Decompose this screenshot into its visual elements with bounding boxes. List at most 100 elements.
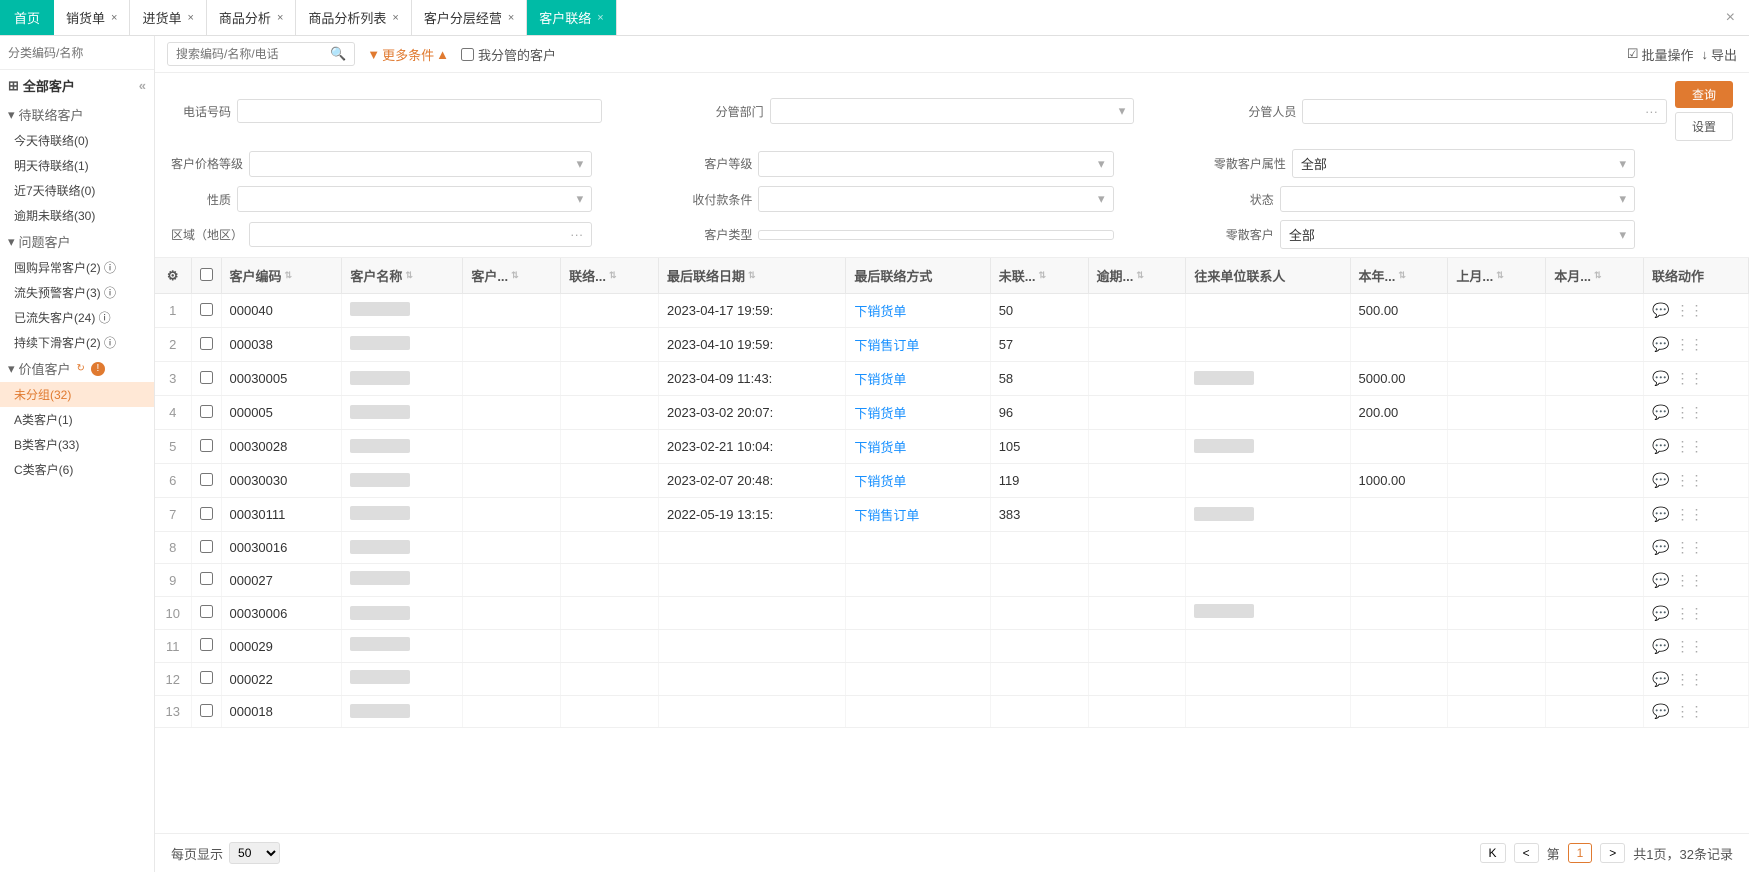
sidebar-item-lost[interactable]: 已流失客户(24) ⓘ [0, 305, 154, 330]
adv-dept-select[interactable]: ▾ [770, 98, 1135, 124]
row-method-link[interactable]: 下销货单 [854, 474, 906, 489]
adv-manager-select[interactable]: ··· [1302, 99, 1667, 124]
nav-home[interactable]: 首页 [0, 0, 54, 35]
nav-tab-purchase[interactable]: 进货单 × [130, 0, 206, 35]
row-checkbox-cell[interactable] [191, 328, 221, 362]
reset-button[interactable]: 设置 [1675, 112, 1733, 141]
row-checkbox[interactable] [200, 671, 213, 684]
adv-payment-select[interactable]: ▾ [758, 186, 1113, 212]
col-setting[interactable]: ⚙ [155, 258, 191, 294]
row-grid-icon[interactable]: ⋮⋮ [1675, 539, 1703, 556]
row-checkbox-cell[interactable] [191, 362, 221, 396]
row-checkbox[interactable] [200, 371, 213, 384]
sidebar-search-input[interactable] [8, 46, 155, 60]
nav-tab-customer-mgmt-close[interactable]: × [508, 12, 514, 24]
per-page-select[interactable]: 50 100 200 [229, 842, 280, 864]
row-checkbox-cell[interactable] [191, 630, 221, 663]
export-btn[interactable]: ↓ 导出 [1701, 45, 1737, 64]
row-grid-icon[interactable]: ⋮⋮ [1675, 370, 1703, 387]
adv-phone-input[interactable] [237, 99, 602, 123]
sidebar-item-warning[interactable]: 流失预警客户(3) ⓘ [0, 280, 154, 305]
row-checkbox[interactable] [200, 303, 213, 316]
row-grid-icon[interactable]: ⋮⋮ [1675, 336, 1703, 353]
nav-tab-customer-mgmt[interactable]: 客户分层经营 × [412, 0, 527, 35]
sidebar-item-ungrouped[interactable]: 未分组(32) [0, 382, 154, 407]
query-button[interactable]: 查询 [1675, 81, 1733, 108]
prev-page-btn[interactable]: < [1514, 843, 1539, 863]
row-checkbox[interactable] [200, 704, 213, 717]
sidebar-item-7days[interactable]: 近7天待联络(0) [0, 178, 154, 203]
row-method-link[interactable]: 下销货单 [854, 304, 906, 319]
sidebar-item-tomorrow[interactable]: 明天待联络(1) [0, 153, 154, 178]
nav-tab-analysis-list-close[interactable]: × [392, 12, 398, 24]
row-checkbox[interactable] [200, 473, 213, 486]
sidebar-all-customers[interactable]: ⊞ 全部客户 « [0, 70, 154, 101]
row-comment-icon[interactable]: 💬 [1652, 638, 1669, 655]
row-checkbox[interactable] [200, 540, 213, 553]
row-checkbox-cell[interactable] [191, 532, 221, 564]
nav-tab-analysis-close[interactable]: × [277, 12, 283, 24]
row-method-link[interactable]: 下销货单 [854, 372, 906, 387]
nav-tab-analysis-list[interactable]: 商品分析列表 × [296, 0, 411, 35]
adv-status-select[interactable]: ▾ [1280, 186, 1635, 212]
row-comment-icon[interactable]: 💬 [1652, 671, 1669, 688]
adv-zero-retail-attr-select[interactable]: 全部 ▾ [1292, 149, 1635, 178]
row-checkbox-cell[interactable] [191, 696, 221, 728]
sidebar-group-value[interactable]: ▾ 价值客户 ↻ ! [0, 355, 154, 382]
row-comment-icon[interactable]: 💬 [1652, 370, 1669, 387]
row-checkbox-cell[interactable] [191, 663, 221, 696]
adv-nature-select[interactable]: ▾ [237, 186, 592, 212]
filter-my-checkbox[interactable] [461, 48, 474, 61]
first-page-btn[interactable]: K [1480, 843, 1506, 863]
sidebar-item-overdue[interactable]: 逾期未联络(30) [0, 203, 154, 228]
sidebar-item-class-a[interactable]: A类客户(1) [0, 407, 154, 432]
row-grid-icon[interactable]: ⋮⋮ [1675, 703, 1703, 720]
adv-cust-level-select[interactable]: ▾ [758, 151, 1113, 177]
row-checkbox-cell[interactable] [191, 498, 221, 532]
row-grid-icon[interactable]: ⋮⋮ [1675, 572, 1703, 589]
filter-my-customers[interactable]: 我分管的客户 [461, 45, 556, 64]
row-grid-icon[interactable]: ⋮⋮ [1675, 302, 1703, 319]
filter-search-icon[interactable]: 🔍 [330, 46, 346, 62]
filter-more-btn[interactable]: ▼ 更多条件 ▲ [367, 45, 449, 64]
row-checkbox[interactable] [200, 439, 213, 452]
nav-tab-customer-contact[interactable]: 客户联络 × [527, 0, 616, 35]
row-method-link[interactable]: 下销货单 [854, 440, 906, 455]
row-checkbox[interactable] [200, 572, 213, 585]
select-all-checkbox[interactable] [200, 268, 213, 281]
nav-tab-customer-contact-close[interactable]: × [597, 12, 603, 24]
col-checkbox[interactable] [191, 258, 221, 294]
row-comment-icon[interactable]: 💬 [1652, 336, 1669, 353]
row-checkbox[interactable] [200, 605, 213, 618]
batch-operations-btn[interactable]: ☑ 批量操作 [1627, 45, 1694, 64]
sidebar-collapse-icon[interactable]: « [139, 78, 146, 93]
row-grid-icon[interactable]: ⋮⋮ [1675, 605, 1703, 622]
row-grid-icon[interactable]: ⋮⋮ [1675, 638, 1703, 655]
row-method-link[interactable]: 下销售订单 [854, 508, 919, 523]
row-grid-icon[interactable]: ⋮⋮ [1675, 472, 1703, 489]
sidebar-group-pending[interactable]: ▾ 待联络客户 [0, 101, 154, 128]
sidebar-group-problem[interactable]: ▾ 问题客户 [0, 228, 154, 255]
row-method-link[interactable]: 下销货单 [854, 406, 906, 421]
row-checkbox-cell[interactable] [191, 597, 221, 630]
row-grid-icon[interactable]: ⋮⋮ [1675, 506, 1703, 523]
sidebar-item-class-b[interactable]: B类客户(33) [0, 432, 154, 457]
filter-search-input[interactable] [176, 47, 326, 61]
nav-tab-sales[interactable]: 销货单 × [54, 0, 130, 35]
sidebar-item-class-c[interactable]: C类客户(6) [0, 457, 154, 482]
row-comment-icon[interactable]: 💬 [1652, 404, 1669, 421]
row-grid-icon[interactable]: ⋮⋮ [1675, 404, 1703, 421]
sidebar-item-abnormal[interactable]: 囤购异常客户(2) ⓘ [0, 255, 154, 280]
adv-price-level-select[interactable]: ▾ [249, 151, 592, 177]
row-checkbox-cell[interactable] [191, 464, 221, 498]
row-comment-icon[interactable]: 💬 [1652, 472, 1669, 489]
nav-tab-sales-close[interactable]: × [111, 12, 117, 24]
row-checkbox-cell[interactable] [191, 564, 221, 597]
row-checkbox-cell[interactable] [191, 430, 221, 464]
sidebar-item-declining[interactable]: 持续下滑客户(2) ⓘ [0, 330, 154, 355]
nav-window-close[interactable]: × [1712, 9, 1749, 27]
adv-zero-retail-select[interactable]: 全部 ▾ [1280, 220, 1635, 249]
row-method-link[interactable]: 下销售订单 [854, 338, 919, 353]
next-page-btn[interactable]: > [1600, 843, 1625, 863]
row-checkbox[interactable] [200, 638, 213, 651]
